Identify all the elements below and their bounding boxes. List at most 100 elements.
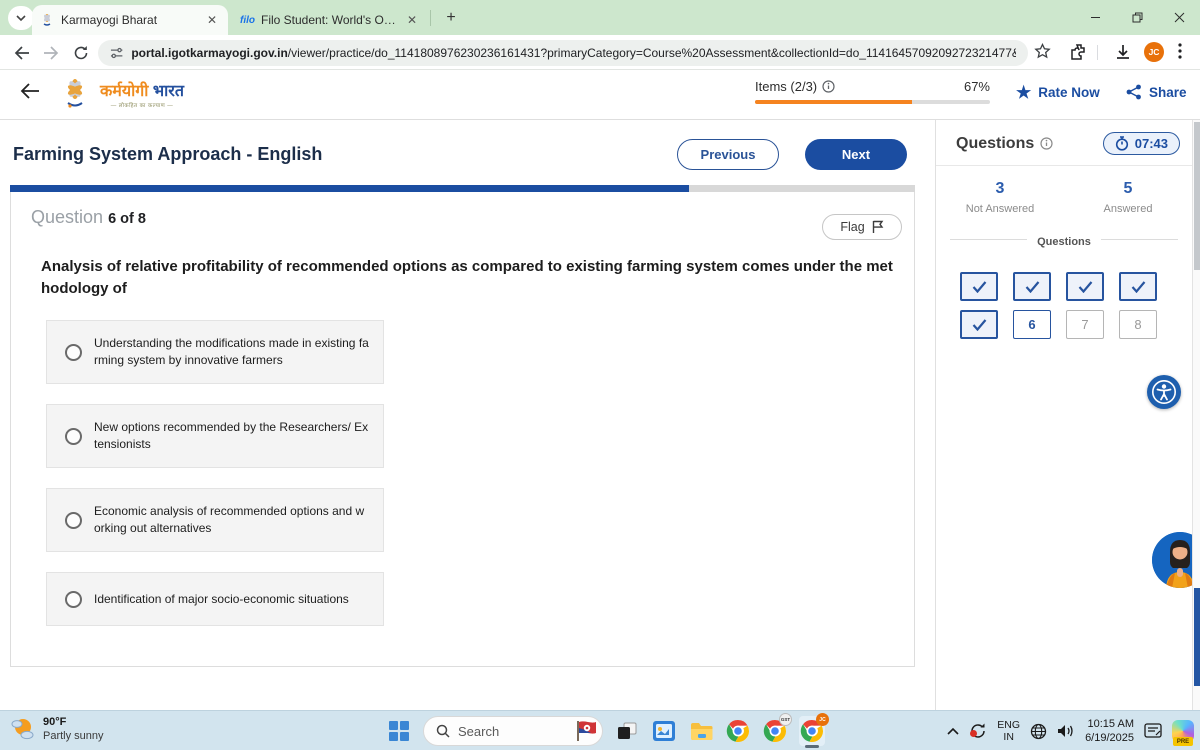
address-bar[interactable]: portal.igotkarmayogi.gov.in/viewer/pract…	[98, 40, 1028, 66]
info-icon[interactable]	[822, 80, 835, 93]
downloads-button[interactable]	[1114, 43, 1132, 66]
info-icon[interactable]	[1040, 137, 1053, 150]
quiz-progress-fill	[10, 185, 689, 192]
scrollbar-thumb[interactable]	[1194, 122, 1200, 270]
share-button[interactable]: Share	[1126, 84, 1187, 100]
karmayogi-favicon-icon	[43, 14, 51, 26]
tab-search-button[interactable]	[8, 6, 34, 30]
check-icon	[972, 318, 986, 331]
tab-close-icon[interactable]: ✕	[404, 13, 420, 27]
app-back-button[interactable]	[20, 82, 40, 106]
volume-icon[interactable]	[1057, 723, 1075, 739]
check-icon	[1025, 280, 1039, 293]
notification-center-icon[interactable]	[1144, 722, 1162, 740]
chrome-button-3-active[interactable]: JC	[799, 713, 829, 748]
browser-titlebar: Karmayogi Bharat ✕ filo Filo Student: Wo…	[0, 0, 1200, 35]
restore-button[interactable]	[1116, 0, 1158, 35]
media-app-button[interactable]	[651, 716, 677, 746]
taskbar-search[interactable]: Search	[423, 716, 603, 746]
tab-filo[interactable]: filo Filo Student: World's Only Live ✕	[234, 7, 426, 33]
stopwatch-icon	[1115, 136, 1128, 151]
forward-button[interactable]	[40, 42, 62, 64]
palette-question-1[interactable]	[960, 272, 998, 301]
option-row[interactable]: Understanding the modifications made in …	[46, 320, 384, 384]
next-button[interactable]: Next	[805, 139, 907, 170]
items-progress-bar	[755, 100, 990, 104]
check-icon	[1131, 280, 1145, 293]
questions-divider: Questions	[950, 236, 1178, 258]
windows-taskbar: 90°F Partly sunny Search GST JC ENG IN 1…	[0, 710, 1200, 750]
app-header: कर्मयोगी भारत — लोकहित का कल्याण — Items…	[0, 70, 1200, 120]
sync-tray-icon[interactable]	[969, 722, 987, 740]
star-icon: ★	[1016, 83, 1032, 102]
rate-now-button[interactable]: ★ Rate Now	[1016, 84, 1100, 101]
palette-question-5[interactable]	[960, 310, 998, 339]
start-button[interactable]	[386, 716, 412, 746]
close-button[interactable]	[1158, 0, 1200, 35]
task-view-button[interactable]	[614, 716, 640, 746]
option-label: Economic analysis of recommended options…	[94, 504, 365, 535]
palette-question-4[interactable]	[1119, 272, 1157, 301]
chrome-button-2[interactable]: GST	[762, 713, 792, 746]
tray-chevron-up-icon[interactable]	[947, 727, 959, 735]
karmayogi-lotus-icon	[67, 79, 83, 108]
language-indicator[interactable]: ENG IN	[997, 719, 1020, 743]
radio-button[interactable]	[65, 511, 82, 529]
extensions-button[interactable]	[1070, 43, 1088, 66]
option-row[interactable]: New options recommended by the Researche…	[46, 404, 384, 468]
palette-question-7[interactable]: 7	[1066, 310, 1104, 339]
palette-question-8[interactable]: 8	[1119, 310, 1157, 339]
option-label: New options recommended by the Researche…	[94, 420, 369, 451]
media-app-icon	[653, 721, 675, 741]
palette-question-3[interactable]	[1066, 272, 1104, 301]
page-content: Farming System Approach - English Previo…	[0, 120, 1200, 710]
file-explorer-button[interactable]	[688, 716, 714, 746]
extensions-puzzle-icon	[1071, 44, 1085, 60]
scrollbar-accent	[1194, 588, 1200, 686]
copilot-pre-badge: PRE	[1173, 737, 1193, 746]
palette-question-2[interactable]	[1013, 272, 1051, 301]
minimize-button[interactable]	[1074, 0, 1116, 35]
not-answered-label: Not Answered	[965, 203, 1035, 215]
clock[interactable]: 10:15 AM 6/19/2025	[1085, 717, 1134, 745]
radio-button[interactable]	[65, 343, 82, 361]
karmayogi-logo[interactable]: कर्मयोगी भारत — लोकहित का कल्याण —	[56, 75, 184, 113]
palette-question-6[interactable]: 6	[1013, 310, 1051, 339]
search-highlight-flag-icon	[577, 721, 596, 741]
restore-icon	[1132, 12, 1142, 23]
bookmark-button[interactable]	[1034, 42, 1051, 65]
radio-button[interactable]	[65, 590, 82, 608]
new-tab-button[interactable]: +	[440, 7, 462, 29]
option-row[interactable]: Economic analysis of recommended options…	[46, 488, 384, 552]
copilot-button[interactable]: PRE	[1172, 720, 1194, 746]
tab-title: Filo Student: World's Only Live	[261, 13, 398, 27]
chrome-profile-badge: GST	[779, 713, 792, 726]
toolbar-divider	[1097, 45, 1098, 60]
answer-stats: 3 Not Answered 5 Answered	[936, 180, 1192, 215]
check-icon	[972, 280, 986, 293]
logo-text-hindi-2: भारत	[152, 83, 184, 100]
reload-button[interactable]	[70, 42, 92, 64]
radio-button[interactable]	[65, 427, 82, 445]
previous-button[interactable]: Previous	[677, 139, 779, 170]
accessibility-button[interactable]	[1147, 375, 1181, 409]
profile-avatar[interactable]: JC	[1144, 42, 1164, 62]
flag-button[interactable]: Flag	[822, 214, 902, 240]
screen: Karmayogi Bharat ✕ filo Filo Student: Wo…	[0, 0, 1200, 750]
taskbar-weather[interactable]: 90°F Partly sunny	[8, 715, 104, 743]
browser-menu-button[interactable]	[1178, 43, 1182, 64]
scrollbar[interactable]	[1192, 120, 1200, 710]
tab-karmayogi[interactable]: Karmayogi Bharat ✕	[32, 5, 228, 35]
items-progress-block: Items (2/3) 67%	[755, 79, 990, 104]
tab-close-icon[interactable]: ✕	[204, 13, 220, 27]
share-icon	[1126, 84, 1141, 100]
weather-condition: Partly sunny	[43, 730, 104, 742]
network-globe-icon[interactable]	[1030, 723, 1047, 740]
chrome-button-1[interactable]	[725, 716, 751, 746]
chevron-down-icon	[16, 14, 26, 21]
sidebar-heading: Questions	[956, 134, 1035, 152]
back-button[interactable]	[10, 42, 32, 64]
option-row[interactable]: Identification of major socio-economic s…	[46, 572, 384, 626]
kebab-menu-icon	[1178, 43, 1182, 59]
back-icon	[14, 46, 29, 60]
